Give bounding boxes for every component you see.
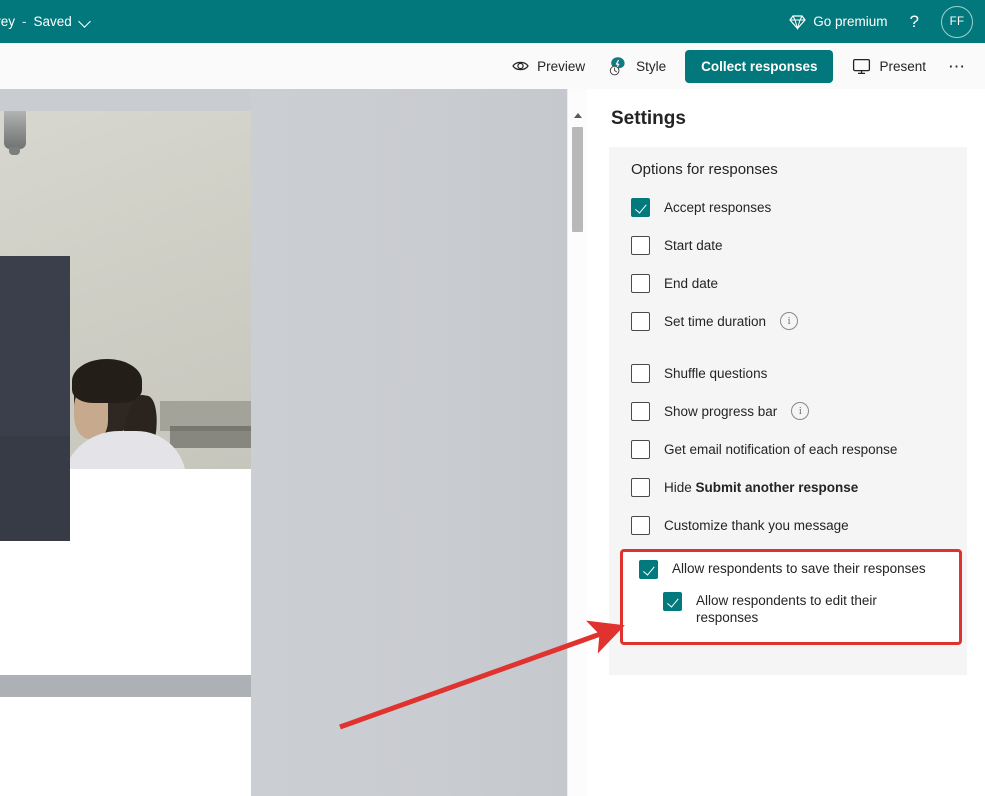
form-section-divider <box>0 675 251 697</box>
diamond-icon <box>789 14 807 30</box>
option-hide-submit-another-response[interactable]: Hide Submit another response <box>609 468 967 506</box>
preview-label: Preview <box>537 58 586 74</box>
option-label: Allow respondents to edit their response… <box>696 593 877 626</box>
option-label: Set time duration <box>664 313 767 329</box>
chevron-down-icon[interactable] <box>79 15 92 28</box>
checkbox-email-notification[interactable] <box>631 439 650 459</box>
save-status: Saved <box>33 14 72 29</box>
more-horizontal-icon[interactable]: ⋯ <box>939 54 975 79</box>
page-title: Settings <box>611 108 686 129</box>
form-canvas <box>0 89 587 796</box>
option-allow-edit-responses[interactable]: Allow respondents to edit their response… <box>623 586 959 627</box>
title-bar: vey - Saved Go premium ? FF <box>0 0 985 43</box>
go-premium-label: Go premium <box>813 14 888 29</box>
info-icon[interactable]: i <box>791 402 810 420</box>
option-shuffle-questions[interactable]: Shuffle questions <box>609 354 967 392</box>
option-email-notification[interactable]: Get email notification of each response <box>609 430 967 468</box>
go-premium-button[interactable]: Go premium <box>789 14 888 30</box>
option-customize-thank-you-message[interactable]: Customize thank you message <box>609 506 967 544</box>
option-accept-responses[interactable]: Accept responses <box>609 188 967 226</box>
eye-icon <box>512 61 529 71</box>
option-end-date[interactable]: End date <box>609 264 967 302</box>
paint-style-icon <box>609 56 625 75</box>
document-title-group[interactable]: vey - Saved <box>0 14 92 29</box>
option-label: Customize thank you message <box>664 517 849 533</box>
form-section-card-2 <box>0 697 251 796</box>
vertical-scrollbar[interactable] <box>567 89 587 796</box>
options-group-spacer <box>609 340 967 354</box>
photo-floor-shadow <box>170 426 251 448</box>
option-show-progress-bar[interactable]: Show progress bar i <box>609 392 967 430</box>
checkbox-hide-submit-another-response[interactable] <box>631 477 650 497</box>
scroll-thumb[interactable] <box>572 127 583 232</box>
info-icon[interactable]: i <box>780 312 799 330</box>
option-label-bold: Submit another response <box>695 479 859 495</box>
canvas-overlay <box>251 89 567 796</box>
monitor-icon <box>853 58 871 74</box>
option-start-date[interactable]: Start date <box>609 226 967 264</box>
style-label: Style <box>636 58 667 74</box>
form-section-card-1 <box>0 541 251 675</box>
option-allow-save-responses[interactable]: Allow respondents to save their response… <box>623 552 959 586</box>
option-label: Accept responses <box>664 199 772 215</box>
photo-lamp <box>4 111 26 155</box>
scroll-up-arrow-icon[interactable] <box>568 107 587 124</box>
avatar[interactable]: FF <box>941 5 973 38</box>
app-root: vey - Saved Go premium ? FF Preview <box>0 0 985 796</box>
checkbox-start-date[interactable] <box>631 235 650 255</box>
checkbox-customize-thank-you-message[interactable] <box>631 515 650 535</box>
present-label: Present <box>879 58 926 74</box>
option-set-time-duration[interactable]: Set time duration i <box>609 302 967 340</box>
option-label: End date <box>664 275 719 291</box>
checkbox-set-time-duration[interactable] <box>631 311 650 331</box>
option-label-prefix: Hide <box>664 479 696 495</box>
option-label: Shuffle questions <box>664 365 768 381</box>
highlighted-settings-group: Allow respondents to save their response… <box>620 549 962 645</box>
style-button[interactable]: Style <box>598 50 675 83</box>
command-bar: Preview Style Collect responses Present … <box>0 43 985 89</box>
preview-button[interactable]: Preview <box>503 53 594 80</box>
checkbox-shuffle-questions[interactable] <box>631 363 650 383</box>
checkbox-end-date[interactable] <box>631 273 650 293</box>
present-button[interactable]: Present <box>843 52 935 81</box>
help-icon[interactable]: ? <box>906 13 923 30</box>
checkbox-allow-save-responses[interactable] <box>639 559 658 579</box>
title-separator: - <box>22 14 27 29</box>
option-label: Get email notification of each response <box>664 441 898 457</box>
checkbox-allow-edit-responses[interactable] <box>663 592 682 611</box>
titlebar-actions: Go premium ? FF <box>789 5 985 38</box>
option-label: Hide Submit another response <box>664 480 858 495</box>
option-label: Start date <box>664 237 723 253</box>
checkbox-accept-responses[interactable] <box>631 197 650 217</box>
options-heading: Options for responses <box>631 161 778 178</box>
collect-responses-button[interactable]: Collect responses <box>685 49 834 83</box>
document-title: vey <box>0 14 16 29</box>
photo-person-hair <box>72 359 142 403</box>
settings-panel: Settings Options for responses Accept re… <box>587 89 985 796</box>
option-label: Show progress bar <box>664 403 778 419</box>
dark-overlay-panel-top <box>0 256 70 436</box>
checkbox-show-progress-bar[interactable] <box>631 401 650 421</box>
option-label: Allow respondents to save their response… <box>672 561 926 577</box>
